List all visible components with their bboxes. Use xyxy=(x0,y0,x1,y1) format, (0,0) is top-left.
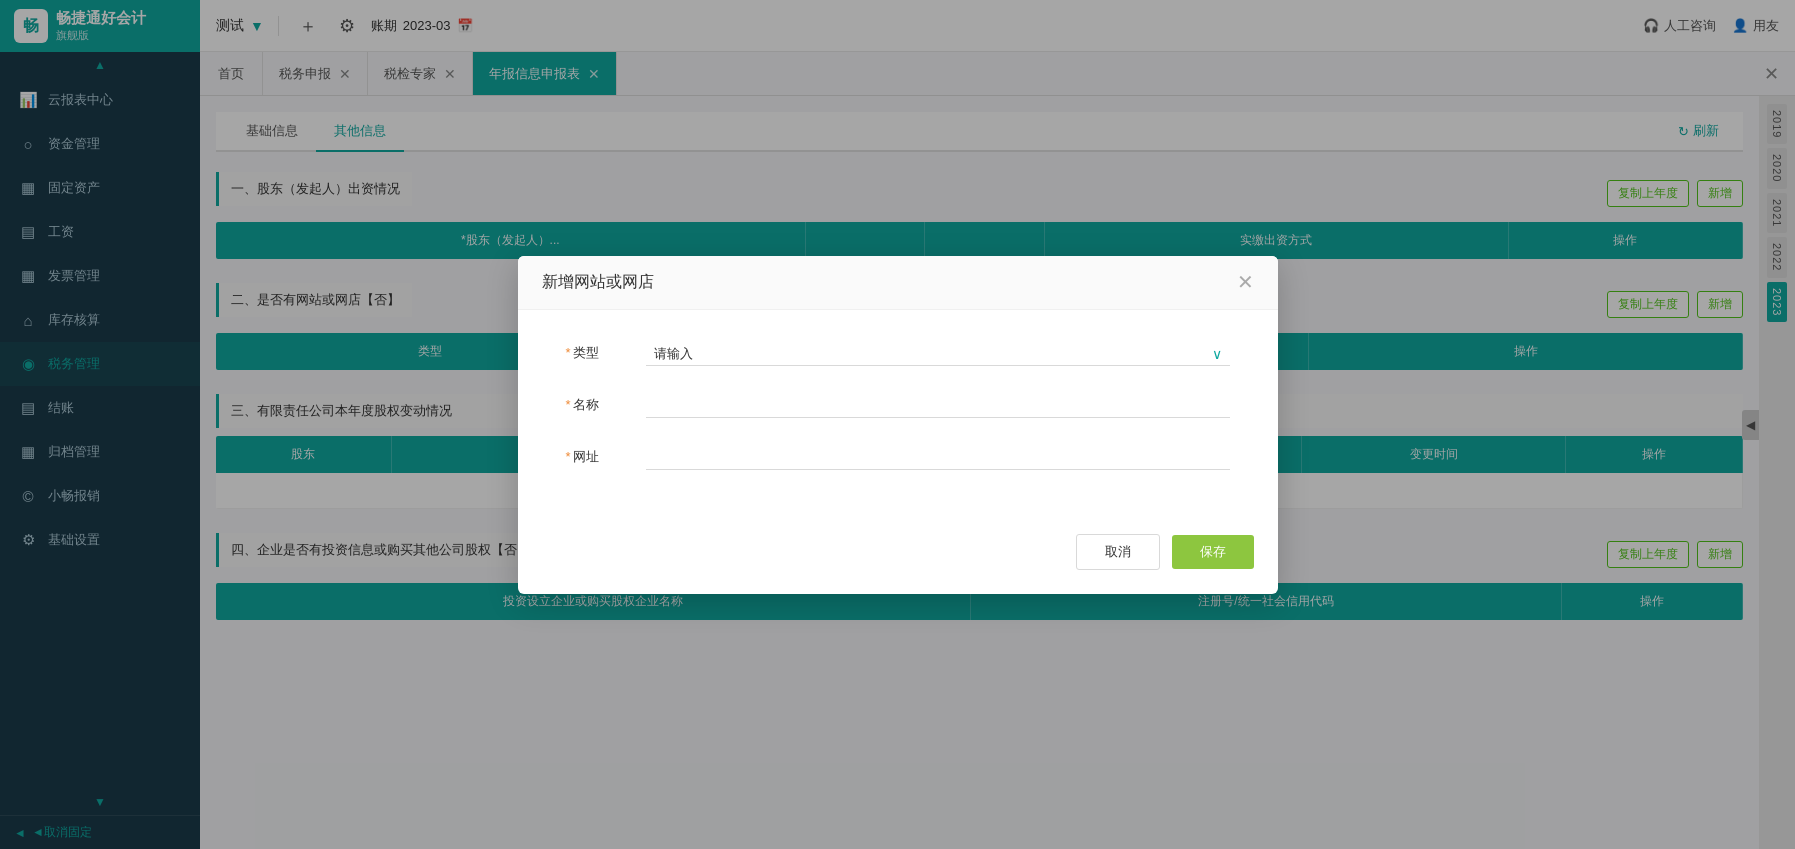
url-input-wrap xyxy=(646,446,1230,470)
form-label-url: *网址 xyxy=(566,446,646,466)
cancel-button[interactable]: 取消 xyxy=(1076,534,1160,570)
required-marker: * xyxy=(566,345,571,360)
required-marker-url: * xyxy=(566,449,571,464)
required-marker-name: * xyxy=(566,397,571,412)
dialog-title: 新增网站或网店 xyxy=(542,272,654,293)
form-label-name: *名称 xyxy=(566,394,646,414)
name-input-wrap xyxy=(646,394,1230,418)
name-input[interactable] xyxy=(646,394,1230,418)
form-row-name: *名称 xyxy=(566,394,1230,418)
dialog-overlay: 新增网站或网店 ✕ *类型 请输入 ∨ *名称 xyxy=(0,0,1795,849)
dialog-close-btn[interactable]: ✕ xyxy=(1237,272,1254,292)
save-button[interactable]: 保存 xyxy=(1172,535,1254,569)
type-select[interactable]: 请输入 xyxy=(646,342,1230,366)
dialog-footer: 取消 保存 xyxy=(518,522,1278,594)
form-row-url: *网址 xyxy=(566,446,1230,470)
type-select-wrap: 请输入 ∨ xyxy=(646,342,1230,366)
form-label-type: *类型 xyxy=(566,342,646,362)
dialog-header: 新增网站或网店 ✕ xyxy=(518,256,1278,310)
form-row-type: *类型 请输入 ∨ xyxy=(566,342,1230,366)
dialog-body: *类型 请输入 ∨ *名称 xyxy=(518,310,1278,522)
dialog: 新增网站或网店 ✕ *类型 请输入 ∨ *名称 xyxy=(518,256,1278,594)
url-input[interactable] xyxy=(646,446,1230,470)
